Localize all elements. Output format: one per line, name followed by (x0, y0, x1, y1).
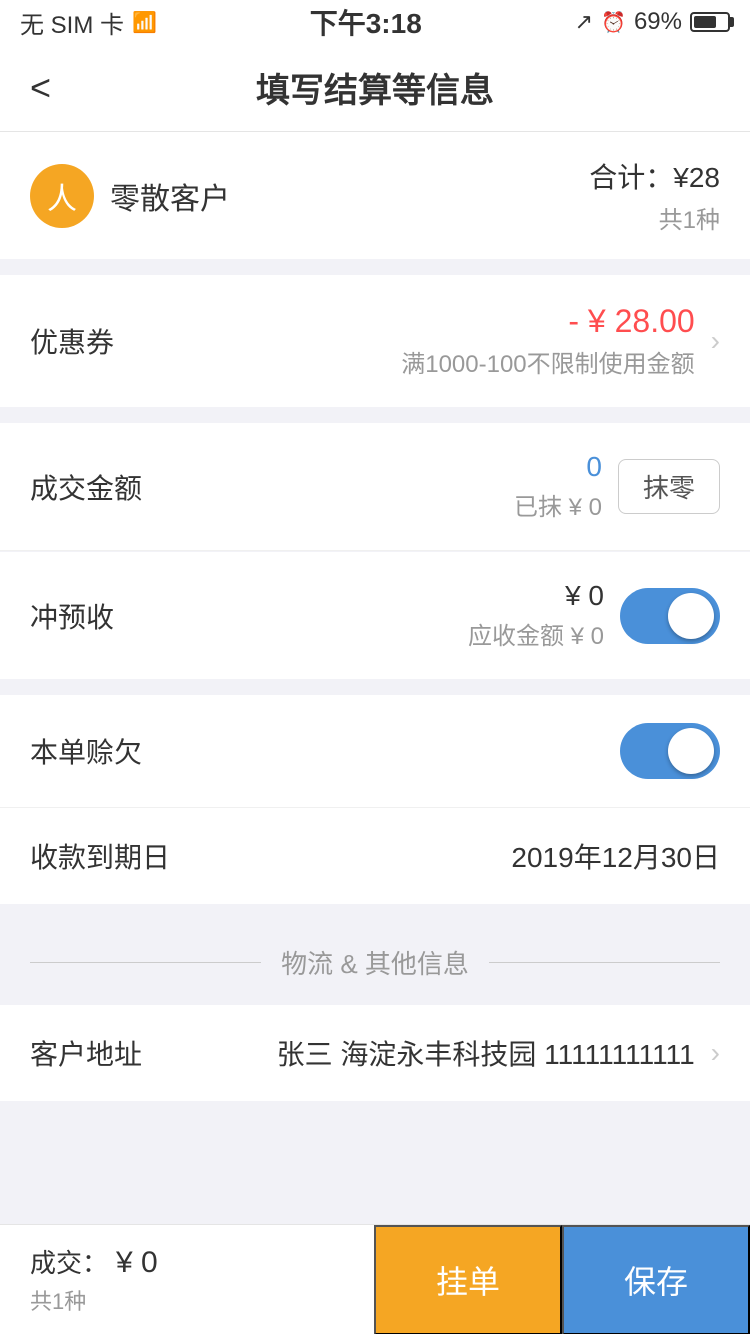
address-chevron: › (711, 1037, 720, 1069)
due-date-row: 收款到期日 2019年12月30日 (0, 808, 750, 904)
prepayment-sub: 应收金额 ¥ 0 (468, 616, 604, 651)
customer-total: 合计：¥28 (589, 156, 720, 196)
status-right: ↗ ⏰ 69% (575, 8, 730, 36)
bottom-bar: 成交： ¥ 0 共1种 挂单 保存 (0, 1224, 750, 1334)
deal-amount-row: 成交金额 已抹 ¥ 0 抹零 (0, 423, 750, 551)
debt-toggle-knob (668, 728, 714, 774)
deal-amount-label: 成交金额 (30, 467, 150, 507)
due-date-label: 收款到期日 (30, 836, 170, 876)
nav-bar: < 填写结算等信息 (0, 44, 750, 132)
status-left: 无 SIM 卡 📶 (20, 5, 157, 40)
carrier-label: 无 SIM 卡 (20, 5, 124, 40)
debt-label: 本单赊欠 (30, 731, 150, 771)
customer-left: 人 零散客户 (30, 164, 230, 228)
prepayment-right: ¥ 0 应收金额 ¥ 0 (468, 580, 720, 651)
back-button[interactable]: < (30, 67, 51, 109)
address-label: 客户地址 (30, 1033, 150, 1073)
prepayment-toggle[interactable] (620, 588, 720, 644)
debt-card: 本单赊欠 收款到期日 2019年12月30日 (0, 695, 750, 904)
coupon-sub: 满1000-100不限制使用金额 (401, 344, 694, 379)
coupon-value-col: - ¥ 28.00 满1000-100不限制使用金额 (401, 303, 694, 379)
coupon-label: 优惠券 (30, 321, 150, 361)
deal-amount-col: 已抹 ¥ 0 (514, 451, 602, 522)
address-card: 客户地址 张三 海淀永丰科技园 11111111111 › (0, 1005, 750, 1101)
bottom-deal: 成交： ¥ 0 (30, 1243, 344, 1280)
coupon-right: - ¥ 28.00 满1000-100不限制使用金额 › (401, 303, 720, 379)
prepayment-value: ¥ 0 (468, 580, 604, 612)
status-time: 下午3:18 (310, 2, 422, 42)
wifi-icon: 📶 (132, 10, 157, 35)
alarm-icon: ⏰ (601, 10, 626, 35)
battery-percent: 69% (634, 8, 682, 36)
battery-icon (690, 12, 730, 32)
debt-row: 本单赊欠 (0, 695, 750, 808)
customer-summary: 合计：¥28 共1种 (589, 156, 720, 235)
coupon-card: 优惠券 - ¥ 28.00 满1000-100不限制使用金额 › (0, 275, 750, 407)
avatar: 人 (30, 164, 94, 228)
bottom-info: 成交： ¥ 0 共1种 (0, 1243, 374, 1316)
transaction-card: 成交金额 已抹 ¥ 0 抹零 冲预收 ¥ 0 应收金额 ¥ 0 (0, 423, 750, 679)
customer-card: 人 零散客户 合计：¥28 共1种 (0, 132, 750, 259)
bottom-count: 共1种 (30, 1284, 344, 1316)
deal-amount-sub: 已抹 ¥ 0 (514, 487, 602, 522)
avatar-icon: 人 (47, 174, 77, 218)
address-row[interactable]: 客户地址 张三 海淀永丰科技园 11111111111 › (0, 1005, 750, 1101)
status-bar: 无 SIM 卡 📶 下午3:18 ↗ ⏰ 69% (0, 0, 750, 44)
content: 人 零散客户 合计：¥28 共1种 优惠券 - ¥ 28.00 满1000-10… (0, 132, 750, 1237)
customer-count: 共1种 (589, 200, 720, 235)
coupon-row[interactable]: 优惠券 - ¥ 28.00 满1000-100不限制使用金额 › (0, 275, 750, 407)
address-value: 张三 海淀永丰科技园 11111111111 (277, 1033, 695, 1073)
bottom-deal-amount: ¥ 0 (116, 1246, 158, 1280)
page-title: 填写结算等信息 (256, 63, 494, 112)
location-icon: ↗ (575, 9, 593, 35)
customer-row: 人 零散客户 合计：¥28 共1种 (0, 132, 750, 259)
logistics-text: 物流 & 其他信息 (281, 944, 469, 981)
debt-right (620, 723, 720, 779)
deal-amount-input[interactable] (522, 451, 602, 483)
prepayment-col: ¥ 0 应收金额 ¥ 0 (468, 580, 604, 651)
deal-amount-right: 已抹 ¥ 0 抹零 (514, 451, 720, 522)
logistics-line-right (489, 962, 720, 963)
logistics-header-inner: 物流 & 其他信息 (30, 944, 720, 981)
hang-button[interactable]: 挂单 (374, 1225, 562, 1334)
coupon-chevron: › (711, 325, 720, 357)
prepayment-label: 冲预收 (30, 596, 150, 636)
logistics-header: 物流 & 其他信息 (0, 920, 750, 1005)
prepayment-row: 冲预收 ¥ 0 应收金额 ¥ 0 (0, 552, 750, 679)
address-right: 张三 海淀永丰科技园 11111111111 › (277, 1033, 720, 1073)
debt-toggle[interactable] (620, 723, 720, 779)
logistics-line-left (30, 962, 261, 963)
round-zero-button[interactable]: 抹零 (618, 459, 720, 514)
coupon-value: - ¥ 28.00 (401, 303, 694, 340)
due-date-value: 2019年12月30日 (511, 836, 720, 876)
toggle-knob (668, 593, 714, 639)
customer-name: 零散客户 (110, 174, 230, 218)
bottom-deal-label: 成交： (30, 1243, 108, 1280)
save-button[interactable]: 保存 (562, 1225, 750, 1334)
